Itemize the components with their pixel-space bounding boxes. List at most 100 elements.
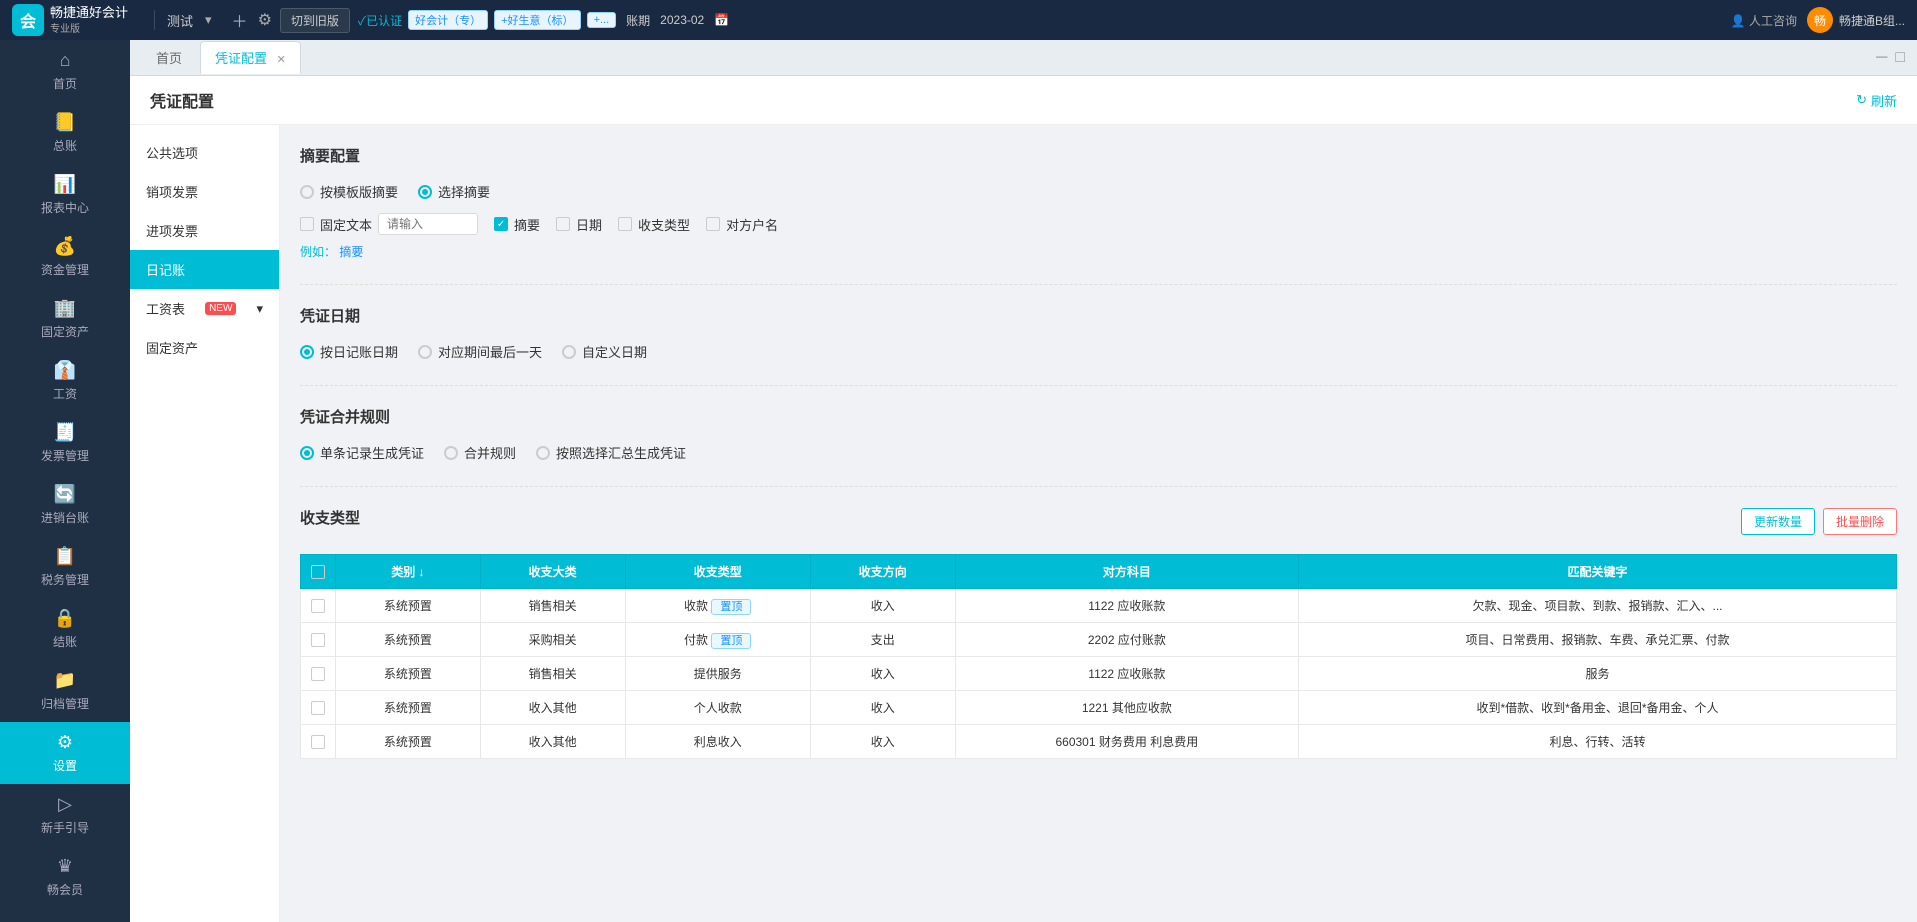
- purchase-sales-icon: 🔄: [54, 484, 76, 505]
- refresh-icon: ↻: [1856, 92, 1867, 108]
- radio-summary-generate[interactable]: 按照选择汇总生成凭证: [536, 443, 686, 462]
- row1-checkbox-cell: [301, 589, 336, 623]
- service-button[interactable]: 👤 人工咨询: [1731, 12, 1797, 29]
- voucher-date-radio-group: 按日记账日期 对应期间最后一天 自定义日期: [300, 342, 1897, 361]
- topbar: 会 畅捷通好会计 专业版 测试 ▾ ＋ ⚙ 切到旧版 ✓已认证 好会计（专） +…: [0, 0, 1917, 40]
- row1-reset-tag[interactable]: 置顶: [711, 599, 751, 615]
- calendar-icon[interactable]: 📅: [714, 13, 729, 27]
- sidebar-item-salary[interactable]: 👔 工资: [0, 350, 130, 412]
- batch-delete-button[interactable]: 批量删除: [1823, 508, 1897, 535]
- table-row: 系统预置 收入其他 利息收入 收入 660301 财务费用 利息费用 利息、行转…: [301, 725, 1897, 759]
- fixed-text-input[interactable]: [378, 213, 478, 235]
- left-nav-payroll[interactable]: 工资表 NEW ▾: [130, 289, 279, 328]
- settings-icon[interactable]: ⚙: [258, 10, 272, 30]
- voucher-date-title: 凭证日期: [300, 305, 1897, 326]
- refresh-button[interactable]: ↻ 刷新: [1856, 91, 1897, 110]
- radio-last-day[interactable]: 对应期间最后一天: [418, 342, 542, 361]
- date-checkbox[interactable]: [556, 217, 570, 231]
- radio-select-summary[interactable]: 选择摘要: [418, 182, 490, 201]
- sidebar-item-salary-label: 工资: [53, 385, 77, 402]
- left-nav-fixed-assets[interactable]: 固定资产: [130, 328, 279, 367]
- abstract-checkbox[interactable]: ✓: [494, 217, 508, 231]
- tab-maximize-icon[interactable]: □: [1895, 49, 1905, 67]
- select-all-checkbox[interactable]: [311, 565, 325, 579]
- sidebar-item-funds[interactable]: 💰 资金管理: [0, 226, 130, 288]
- row4-checkbox[interactable]: [311, 701, 325, 715]
- page-header: 凭证配置 ↻ 刷新: [130, 76, 1917, 125]
- radio-template-summary[interactable]: 按模板版摘要: [300, 182, 398, 201]
- settings-nav-icon: ⚙: [57, 732, 73, 753]
- sidebar-item-settings[interactable]: ⚙ 设置: [0, 722, 130, 784]
- sidebar-item-closing-label: 结账: [53, 633, 77, 650]
- left-nav-journal[interactable]: 日记账: [130, 250, 279, 289]
- example-value: 摘要: [339, 245, 363, 259]
- income-expense-section: 收支类型 更新数量 批量删除: [300, 507, 1897, 759]
- update-button[interactable]: 更新数量: [1741, 508, 1815, 535]
- left-nav-public[interactable]: 公共选项: [130, 133, 279, 172]
- switch-version-button[interactable]: 切到旧版: [280, 8, 350, 33]
- sidebar-item-assets[interactable]: 🏢 固定资产: [0, 288, 130, 350]
- sidebar-item-home-label: 首页: [53, 75, 77, 92]
- period-label: 账期: [626, 12, 650, 29]
- row3-major-type: 销售相关: [480, 657, 625, 691]
- sidebar-item-invoices[interactable]: 🧾 发票管理: [0, 412, 130, 474]
- left-nav-purchase-invoice[interactable]: 进项发票: [130, 211, 279, 250]
- content-area: 首页 凭证配置 ✕ ─ □ 凭证配置 ↻ 刷新 公共选项: [130, 40, 1917, 922]
- table-header: 类别 ↓ 收支大类 收支类型 收支方向: [301, 555, 1897, 589]
- sidebar-item-reports[interactable]: 📊 报表中心: [0, 164, 130, 226]
- row2-reset-tag[interactable]: 置顶: [711, 633, 751, 649]
- row3-account: 1122 应收账款: [955, 657, 1298, 691]
- logo-sub: 专业版: [50, 20, 128, 35]
- row1-checkbox[interactable]: [311, 599, 325, 613]
- row2-checkbox[interactable]: [311, 633, 325, 647]
- sidebar-item-general-ledger[interactable]: 📒 总账: [0, 102, 130, 164]
- row3-checkbox[interactable]: [311, 667, 325, 681]
- tab-close-voucher-config[interactable]: ✕: [277, 54, 286, 66]
- radio-merge-rule[interactable]: 合并规则: [444, 443, 516, 462]
- sort-category[interactable]: 类别 ↓: [346, 563, 470, 580]
- row4-income-type: 个人收款: [625, 691, 810, 725]
- th-major-type: 收支大类: [480, 555, 625, 589]
- table-row: 系统预置 销售相关 提供服务 收入 1122 应收账款 服务: [301, 657, 1897, 691]
- row1-keywords: 欠款、现金、项目款、到款、报销款、汇入、...: [1299, 589, 1897, 623]
- sidebar-item-tax[interactable]: 📋 税务管理: [0, 536, 130, 598]
- left-nav-sales-invoice[interactable]: 销项发票: [130, 172, 279, 211]
- row5-checkbox[interactable]: [311, 735, 325, 749]
- plus-icon[interactable]: ＋: [232, 8, 248, 32]
- row2-keywords: 项目、日常费用、报销款、车费、承兑汇票、付款: [1299, 623, 1897, 657]
- income-type-checkbox[interactable]: [618, 217, 632, 231]
- row2-account: 2202 应付账款: [955, 623, 1298, 657]
- row3-checkbox-cell: [301, 657, 336, 691]
- sidebar-item-archive[interactable]: 📁 归档管理: [0, 660, 130, 722]
- left-nav: 公共选项 销项发票 进项发票 日记账 工资表 NEW ▾ 固定资产: [130, 125, 280, 922]
- sidebar-item-guide[interactable]: ▷ 新手引导: [0, 784, 130, 846]
- sidebar-item-closing[interactable]: 🔒 结账: [0, 598, 130, 660]
- row5-account: 660301 财务费用 利息费用: [955, 725, 1298, 759]
- radio-template-circle: [300, 185, 314, 199]
- archive-icon: 📁: [54, 670, 76, 691]
- company-arrow[interactable]: ▾: [205, 12, 212, 28]
- fixed-text-checkbox[interactable]: [300, 217, 314, 231]
- sidebar-item-member[interactable]: ♛ 畅会员: [0, 846, 130, 908]
- summary-checkbox-row: 固定文本 ✓ 摘要 日期 收支类型: [300, 213, 1897, 235]
- sidebar-item-reports-label: 报表中心: [41, 199, 89, 216]
- tab-home[interactable]: 首页: [142, 42, 196, 73]
- tab-minimize-icon[interactable]: ─: [1876, 49, 1887, 67]
- row5-direction: 收入: [810, 725, 955, 759]
- tag-more: +...: [587, 12, 617, 28]
- member-icon: ♛: [57, 856, 73, 877]
- tax-icon: 📋: [54, 546, 76, 567]
- radio-single-record[interactable]: 单条记录生成凭证: [300, 443, 424, 462]
- row2-income-type: 付款 置顶: [625, 623, 810, 657]
- row5-major-type: 收入其他: [480, 725, 625, 759]
- sidebar-item-archive-label: 归档管理: [41, 695, 89, 712]
- radio-journal-date[interactable]: 按日记账日期: [300, 342, 398, 361]
- counterparty-checkbox[interactable]: [706, 217, 720, 231]
- tab-voucher-config[interactable]: 凭证配置 ✕: [200, 41, 301, 74]
- sidebar-item-general-ledger-label: 总账: [53, 137, 77, 154]
- sidebar-item-member-label: 畅会员: [47, 881, 83, 898]
- radio-custom-date[interactable]: 自定义日期: [562, 342, 647, 361]
- sidebar-item-purchase-sales[interactable]: 🔄 进销台账: [0, 474, 130, 536]
- checkbox-counterparty: 对方户名: [706, 215, 778, 234]
- sidebar-item-home[interactable]: ⌂ 首页: [0, 40, 130, 102]
